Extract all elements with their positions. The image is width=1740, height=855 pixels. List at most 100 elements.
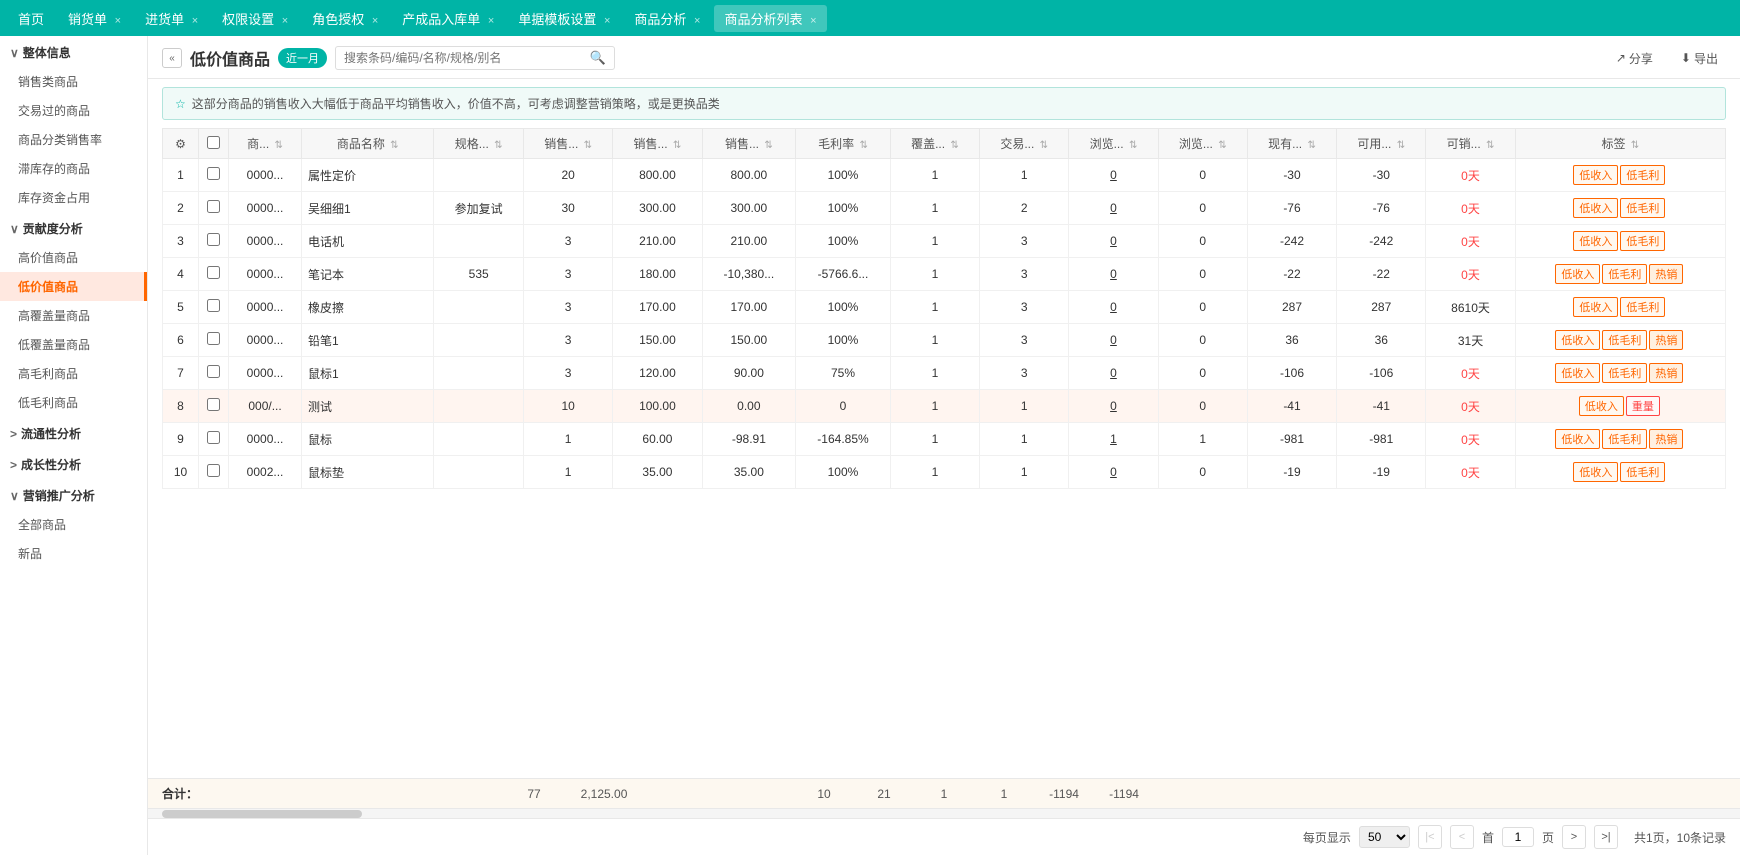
row-checkbox[interactable]: [207, 464, 220, 477]
row-checkbox[interactable]: [207, 431, 220, 444]
row-checkbox[interactable]: [207, 365, 220, 378]
row-available-cell: -242: [1337, 225, 1426, 258]
sidebar-item-low-value[interactable]: 低价值商品: [0, 272, 147, 301]
browse-link[interactable]: 1: [1110, 432, 1117, 446]
nav-home[interactable]: 首页: [8, 5, 54, 32]
sidebar-item-new-products[interactable]: 新品: [0, 539, 147, 568]
next-page-button[interactable]: >: [1562, 825, 1586, 849]
sidebar-item-low-margin[interactable]: 低毛利商品: [0, 388, 147, 417]
sidebar-group-growth[interactable]: > 成长性分析: [0, 448, 147, 479]
browse-link[interactable]: 0: [1110, 267, 1117, 281]
settings-icon[interactable]: ⚙: [175, 137, 186, 151]
row-name-cell: 属性定价: [302, 159, 434, 192]
nav-roles[interactable]: 角色授权 ×: [302, 5, 388, 32]
row-coverage-cell: 1: [890, 390, 979, 423]
nav-analysis[interactable]: 商品分析 ×: [624, 5, 710, 32]
row-sale-profit-cell: -98.91: [702, 423, 796, 456]
first-page-button[interactable]: |<: [1418, 825, 1442, 849]
row-margin-cell: 100%: [796, 291, 891, 324]
nav-sales[interactable]: 销货单 ×: [58, 5, 131, 32]
nav-permissions[interactable]: 权限设置 ×: [212, 5, 298, 32]
tag-label: 低收入: [1555, 429, 1600, 449]
row-current-cell: 287: [1247, 291, 1336, 324]
row-num-cell: 10: [163, 456, 199, 489]
tag-label: 低毛利: [1620, 198, 1665, 218]
sidebar-group-marketing[interactable]: ∨ 营销推广分析: [0, 479, 147, 510]
tag-hot: 热销: [1649, 330, 1683, 350]
row-checkbox[interactable]: [207, 167, 220, 180]
last-page-button[interactable]: >|: [1594, 825, 1618, 849]
select-all-checkbox[interactable]: [207, 136, 220, 149]
row-num-cell: 2: [163, 192, 199, 225]
prev-page-button[interactable]: <: [1450, 825, 1474, 849]
nav-analysis-list[interactable]: 商品分析列表 ×: [714, 5, 826, 32]
row-sale-profit-cell: 150.00: [702, 324, 796, 357]
browse-link[interactable]: 0: [1110, 366, 1117, 380]
table-row: 4 0000... 笔记本 535 3 180.00 -10,380... -5…: [163, 258, 1726, 291]
filter-tag[interactable]: 近一月: [278, 48, 327, 68]
sidebar-item-category-rate[interactable]: 商品分类销售率: [0, 125, 147, 154]
row-sale-qty-cell: 1: [524, 456, 613, 489]
row-tags-cell: 低收入低毛利: [1515, 159, 1725, 192]
row-browse1-cell: 0: [1069, 357, 1158, 390]
row-checkbox[interactable]: [207, 266, 220, 279]
sidebar-item-capital[interactable]: 库存资金占用: [0, 183, 147, 212]
row-check-cell: [199, 258, 229, 291]
sidebar-item-high-margin[interactable]: 高毛利商品: [0, 359, 147, 388]
search-icon[interactable]: 🔍: [590, 50, 606, 66]
sidebar-item-high-coverage[interactable]: 高覆盖量商品: [0, 301, 147, 330]
row-checkbox[interactable]: [207, 200, 220, 213]
browse-link[interactable]: 0: [1110, 168, 1117, 182]
tag-label: 低毛利: [1602, 330, 1647, 350]
row-code-cell: 0000...: [229, 225, 302, 258]
nav-products[interactable]: 产成品入库单 ×: [392, 5, 504, 32]
tag-hot: 热销: [1649, 429, 1683, 449]
share-button[interactable]: ↗ 分享: [1608, 47, 1661, 70]
browse-link[interactable]: 0: [1110, 300, 1117, 314]
row-num-cell: 4: [163, 258, 199, 291]
row-saleable-cell: 0天: [1426, 390, 1515, 423]
tag-label: 低收入: [1579, 396, 1624, 416]
row-checkbox[interactable]: [207, 398, 220, 411]
row-checkbox[interactable]: [207, 233, 220, 246]
export-button[interactable]: ⬇ 导出: [1673, 47, 1726, 70]
row-margin-cell: 75%: [796, 357, 891, 390]
sidebar-item-all-products[interactable]: 全部商品: [0, 510, 147, 539]
page-title: 低价值商品: [190, 46, 270, 70]
page-input[interactable]: [1502, 827, 1534, 847]
col-gear[interactable]: ⚙: [163, 129, 199, 159]
sidebar-item-low-coverage[interactable]: 低覆盖量商品: [0, 330, 147, 359]
sidebar-group-overall[interactable]: ∨ 整体信息: [0, 36, 147, 67]
row-name-cell: 鼠标: [302, 423, 434, 456]
tag-label: 低收入: [1555, 330, 1600, 350]
table-row: 2 0000... 吴细细1 参加复试 30 300.00 300.00 100…: [163, 192, 1726, 225]
browse-link[interactable]: 0: [1110, 201, 1117, 215]
nav-purchase[interactable]: 进货单 ×: [135, 5, 208, 32]
sidebar-group-circulation[interactable]: > 流通性分析: [0, 417, 147, 448]
col-sale-qty: 销售... ⇅: [524, 129, 613, 159]
sidebar-item-traded[interactable]: 交易过的商品: [0, 96, 147, 125]
banner-text: 这部分商品的销售收入大幅低于商品平均销售收入，价值不高，可考虑调整营销策略，或是…: [192, 95, 720, 112]
row-check-cell: [199, 324, 229, 357]
browse-link[interactable]: 0: [1110, 333, 1117, 347]
row-sale-qty-cell: 3: [524, 357, 613, 390]
browse-link[interactable]: 0: [1110, 465, 1117, 479]
collapse-button[interactable]: «: [162, 48, 182, 68]
scroll-bar[interactable]: [148, 808, 1740, 818]
search-input[interactable]: [344, 51, 590, 65]
sidebar-item-high-value[interactable]: 高价值商品: [0, 243, 147, 272]
sidebar-item-sales-products[interactable]: 销售类商品: [0, 67, 147, 96]
row-tags-cell: 低收入低毛利: [1515, 291, 1725, 324]
nav-template[interactable]: 单据模板设置 ×: [508, 5, 620, 32]
row-spec-cell: 参加复试: [434, 192, 524, 225]
sidebar-item-slow[interactable]: 滞库存的商品: [0, 154, 147, 183]
content-header: « 低价值商品 近一月 🔍 ↗ 分享 ⬇ 导出: [148, 36, 1740, 79]
browse-link[interactable]: 0: [1110, 234, 1117, 248]
browse-link[interactable]: 0: [1110, 399, 1117, 413]
row-browse1-cell: 1: [1069, 423, 1158, 456]
sidebar-group-contribution[interactable]: ∨ 贡献度分析: [0, 212, 147, 243]
row-saleable-cell: 0天: [1426, 357, 1515, 390]
row-checkbox[interactable]: [207, 299, 220, 312]
row-checkbox[interactable]: [207, 332, 220, 345]
page-size-select[interactable]: 50 100 200: [1359, 826, 1410, 848]
